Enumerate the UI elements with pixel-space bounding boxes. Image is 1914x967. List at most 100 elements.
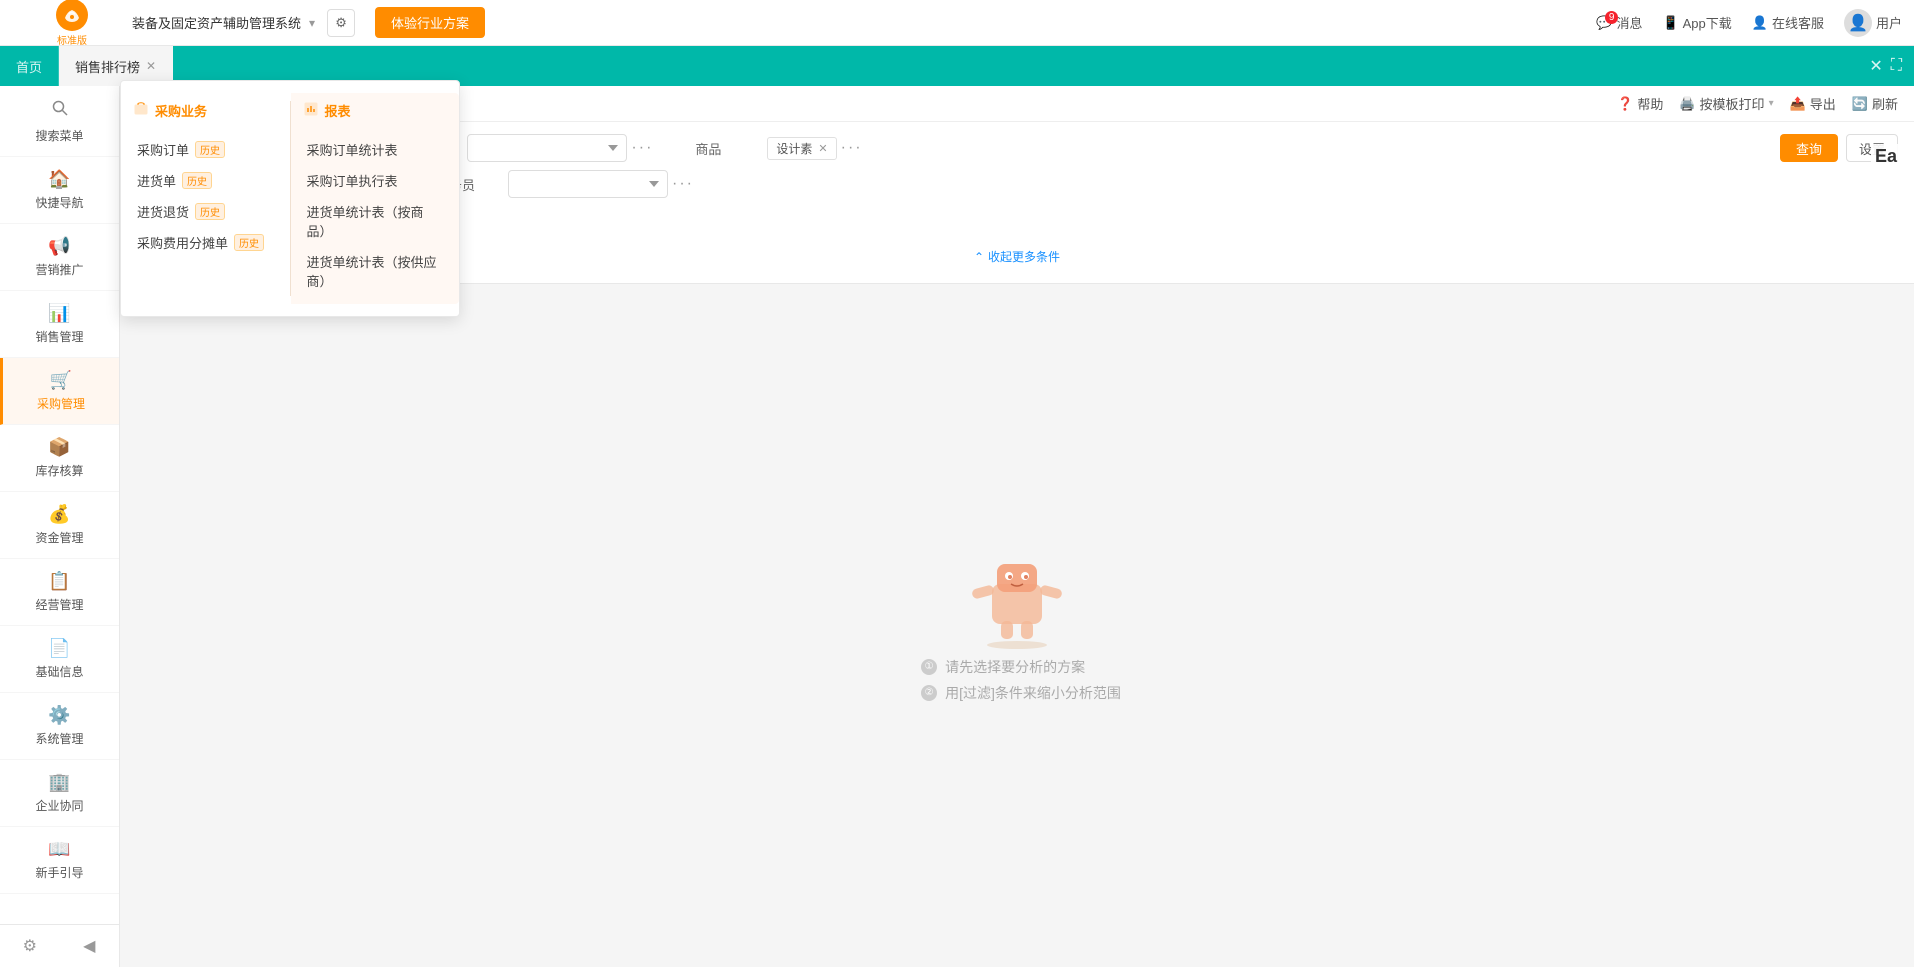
sidebar-item-basic-info[interactable]: 📄 基础信息	[0, 626, 119, 693]
sidebar-item-operations[interactable]: 📋 经营管理	[0, 559, 119, 626]
sidebar-item-marketing[interactable]: 📢 营销推广	[0, 224, 119, 291]
goods-tag: 设计素 ✕	[767, 137, 836, 160]
finance-icon: 💰	[48, 504, 70, 525]
sidebar-item-inventory[interactable]: 📦 库存核算	[0, 425, 119, 492]
collapse-label: 收起更多条件	[988, 248, 1060, 265]
goods-ellipsis[interactable]: ···	[841, 139, 863, 157]
phone-icon: 📱	[1662, 15, 1678, 31]
toolbar-refresh[interactable]: 🔄 刷新	[1852, 94, 1898, 113]
dropdown-item-inbound[interactable]: 进货单 历史	[133, 165, 278, 196]
purchase-order-hist: 历史	[195, 141, 225, 158]
toolbar-print[interactable]: 🖨️ 按模板打印 ▾	[1679, 94, 1773, 113]
goods-tag-label: 设计素	[776, 140, 812, 157]
empty-text-area: ① 请先选择要分析的方案 ② 用[过滤]条件来缩小分析范围	[921, 657, 1121, 703]
message-label: 消息	[1616, 13, 1642, 32]
enterprise-icon: 🏢	[48, 772, 70, 793]
dropdown-item-purchase-order[interactable]: 采购订单 历史	[133, 134, 278, 165]
sidebar-label-inventory: 库存核算	[35, 462, 83, 479]
collapse-arrow-icon: ⌃	[974, 250, 984, 264]
export-icon: 📤	[1790, 96, 1806, 112]
app-download-item[interactable]: 📱 App下载	[1662, 13, 1731, 32]
dropdown-item-purchase-order-stat[interactable]: 采购订单统计表	[303, 134, 448, 165]
operations-icon: 📋	[48, 571, 70, 592]
experience-btn[interactable]: 体验行业方案	[375, 7, 485, 38]
sidebar-label-operations: 经营管理	[35, 596, 83, 613]
marketing-icon: 📢	[48, 236, 70, 257]
help-label: 帮助	[1637, 94, 1663, 113]
print-dropdown-icon[interactable]: ▾	[1769, 98, 1774, 109]
goods-label: 商品	[695, 139, 755, 158]
purchase-expense-hist: 历史	[234, 234, 264, 251]
dropdown-report-title: 报表	[303, 101, 448, 126]
sidebar-item-finance[interactable]: 💰 资金管理	[0, 492, 119, 559]
message-icon-wrap: 💬 9	[1596, 15, 1612, 31]
quick-nav-icon: 🏠	[48, 169, 70, 190]
detection-text: Ea	[1871, 144, 1901, 169]
inbound-return-label: 进货退货	[137, 202, 189, 221]
print-label: 按模板打印	[1700, 94, 1765, 113]
salesperson-ellipsis[interactable]: ···	[672, 175, 694, 193]
hint-1-bullet: ①	[921, 659, 937, 675]
tab-close-all-icon[interactable]: ✕	[1869, 56, 1882, 76]
goods-tag-close[interactable]: ✕	[818, 142, 827, 155]
system-icon: ⚙️	[48, 705, 70, 726]
dropdown-item-inbound-stat-goods[interactable]: 进货单统计表（按商品）	[303, 196, 448, 246]
sidebar-item-sales[interactable]: 📊 销售管理	[0, 291, 119, 358]
sales-icon: 📊	[48, 303, 70, 324]
dropdown-item-inbound-return[interactable]: 进货退货 历史	[133, 196, 278, 227]
sidebar-item-quick-nav[interactable]: 🏠 快捷导航	[0, 157, 119, 224]
sidebar-label-sales: 销售管理	[35, 328, 83, 345]
dropdown-purchase-label: 采购业务	[155, 101, 207, 120]
system-title-area: 装备及固定资产辅助管理系统 ▾ ⚙ 体验行业方案	[132, 7, 1596, 38]
logo-subtext: 标准版	[57, 32, 87, 47]
help-icon: ❓	[1617, 96, 1633, 112]
query-button[interactable]: 查询	[1780, 134, 1838, 162]
sidebar-item-guide[interactable]: 📖 新手引导	[0, 827, 119, 894]
dropdown-item-inbound-stat-supplier[interactable]: 进货单统计表（按供应商）	[303, 246, 448, 296]
inbound-label: 进货单	[137, 171, 176, 190]
sidebar-item-purchase[interactable]: 🛒 采购管理	[0, 358, 119, 425]
dropdown-item-purchase-order-exec[interactable]: 采购订单执行表	[303, 165, 448, 196]
tab-home-label: 首页	[16, 57, 42, 76]
sidebar-collapse-btn[interactable]: ◀	[60, 925, 120, 967]
tab-bar-right: ✕ ⛶	[1869, 56, 1914, 76]
hint-2-row: ② 用[过滤]条件来缩小分析范围	[921, 683, 1121, 703]
user-item[interactable]: 👤 用户	[1844, 9, 1902, 37]
dropdown-item-purchase-expense[interactable]: 采购费用分摊单 历史	[133, 227, 278, 258]
gear-button[interactable]: ⚙	[327, 9, 355, 37]
user-label: 用户	[1876, 13, 1902, 32]
purchase-section-icon	[133, 101, 149, 120]
sidebar-label-basic-info: 基础信息	[35, 663, 83, 680]
tab-close-icon[interactable]: ✕	[146, 59, 156, 73]
tab-expand-icon[interactable]: ⛶	[1891, 57, 1902, 75]
inventory-icon: 📦	[48, 437, 70, 458]
sidebar-label-purchase: 采购管理	[37, 395, 85, 412]
app-download-label: App下载	[1683, 13, 1732, 32]
online-service-label: 在线客服	[1772, 13, 1824, 32]
title-dropdown-icon[interactable]: ▾	[309, 16, 315, 30]
purchase-order-label: 采购订单	[137, 140, 189, 159]
sidebar-item-system[interactable]: ⚙️ 系统管理	[0, 693, 119, 760]
message-badge: 9	[1605, 11, 1619, 24]
dropdown-report-label: 报表	[325, 101, 351, 120]
dropdown-purchase-title: 采购业务	[133, 101, 278, 126]
salesperson-select[interactable]	[508, 170, 668, 198]
logo-area: 标准版	[12, 0, 132, 47]
tab-home[interactable]: 首页	[0, 46, 59, 86]
dropdown-purchase-col: 采购业务 采购订单 历史 进货单 历史 进货退货 历史 采购费用分摊单 历史	[121, 93, 290, 304]
collapse-button[interactable]: ⌃ 收起更多条件	[974, 242, 1060, 271]
sidebar-item-enterprise[interactable]: 🏢 企业协同	[0, 760, 119, 827]
toolbar-help[interactable]: ❓ 帮助	[1617, 94, 1663, 113]
doc-status-select[interactable]	[467, 134, 627, 162]
doc-status-ellipsis[interactable]: ···	[631, 139, 653, 157]
sidebar-item-search-menu[interactable]: 搜索菜单	[0, 86, 119, 157]
toolbar-export[interactable]: 📤 导出	[1790, 94, 1836, 113]
sidebar-label-enterprise: 企业协同	[35, 797, 83, 814]
sidebar-settings-btn[interactable]: ⚙	[0, 925, 60, 967]
tab-sales-ranking-label: 销售排行榜	[75, 57, 140, 76]
logo-icon	[56, 0, 88, 31]
purchase-order-stat-label: 采购订单统计表	[307, 140, 398, 159]
message-item[interactable]: 💬 9 消息	[1596, 13, 1642, 32]
online-service-item[interactable]: 👤 在线客服	[1752, 13, 1824, 32]
purchase-icon: 🛒	[50, 370, 72, 391]
